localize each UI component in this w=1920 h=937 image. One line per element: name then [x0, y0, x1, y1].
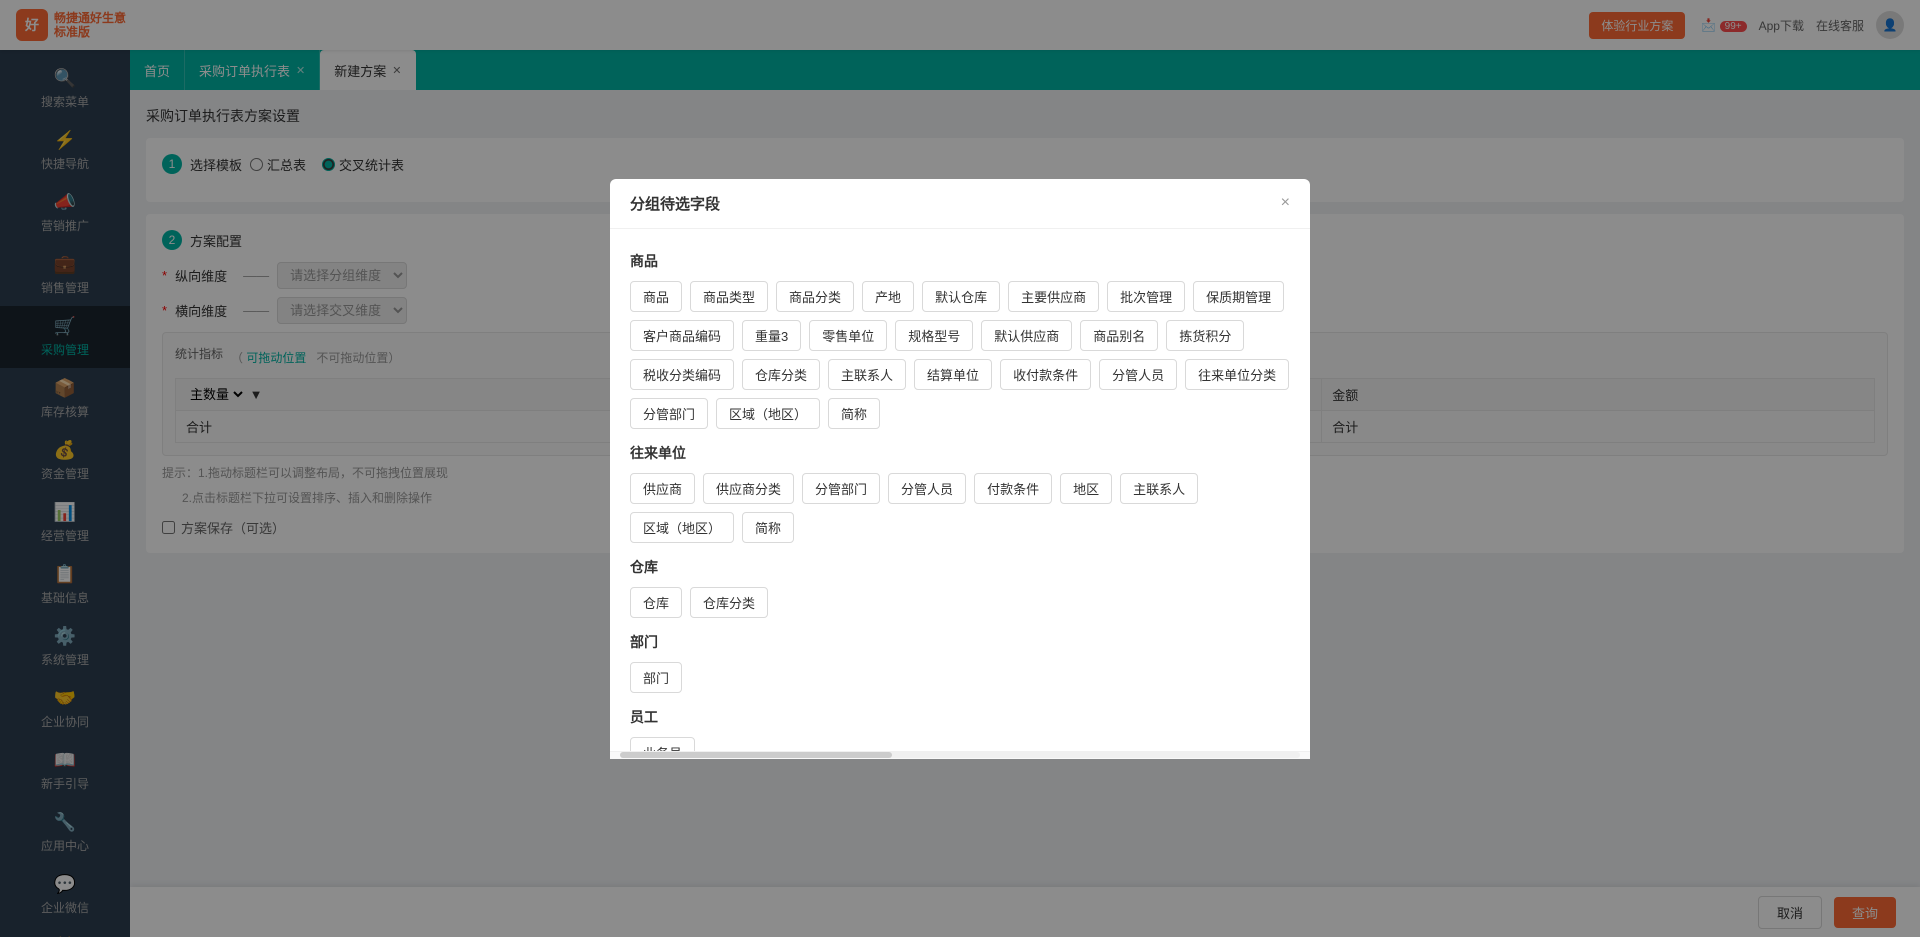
- modal-header: 分组待选字段 ×: [610, 179, 1310, 229]
- group-title-dept: 部门: [630, 632, 1290, 652]
- chip-weight[interactable]: 重量3: [742, 320, 801, 351]
- warehouse-chips: 仓库 仓库分类: [630, 587, 1290, 618]
- group-title-partners: 往来单位: [630, 443, 1290, 463]
- dept-chips: 部门: [630, 662, 1290, 693]
- chip-partner-shortname[interactable]: 简称: [742, 512, 794, 543]
- chip-default-warehouse[interactable]: 默认仓库: [922, 281, 1000, 312]
- modal-close-btn[interactable]: ×: [1281, 194, 1290, 212]
- chip-region[interactable]: 区域（地区）: [716, 398, 820, 429]
- partners-chips: 供应商 供应商分类 分管部门 分管人员 付款条件 地区 主联系人 区域（地区） …: [630, 473, 1290, 543]
- chip-short-name[interactable]: 简称: [828, 398, 880, 429]
- chip-partner-category[interactable]: 往来单位分类: [1185, 359, 1289, 390]
- chip-pick-points[interactable]: 拣货积分: [1166, 320, 1244, 351]
- field-select-modal: 分组待选字段 × 商品 商品 商品类型 商品分类 产地 默认仓库 主要供应商 批…: [610, 179, 1310, 759]
- chip-settlement-unit[interactable]: 结算单位: [914, 359, 992, 390]
- chip-partner-contact[interactable]: 主联系人: [1120, 473, 1198, 504]
- chip-customer-code[interactable]: 客户商品编码: [630, 320, 734, 351]
- modal-body: 商品 商品 商品类型 商品分类 产地 默认仓库 主要供应商 批次管理 保质期管理…: [610, 229, 1310, 751]
- chip-dept[interactable]: 分管部门: [630, 398, 708, 429]
- chip-manager[interactable]: 分管人员: [1099, 359, 1177, 390]
- chip-payment-cond[interactable]: 付款条件: [974, 473, 1052, 504]
- group-title-warehouse: 仓库: [630, 557, 1290, 577]
- group-title-goods: 商品: [630, 251, 1290, 271]
- chip-goods[interactable]: 商品: [630, 281, 682, 312]
- chip-goods-type[interactable]: 商品类型: [690, 281, 768, 312]
- group-title-staff: 员工: [630, 707, 1290, 727]
- chip-warehouse-category[interactable]: 仓库分类: [742, 359, 820, 390]
- chip-goods-category[interactable]: 商品分类: [776, 281, 854, 312]
- chip-goods-alias[interactable]: 商品别名: [1080, 320, 1158, 351]
- chip-partner-manager[interactable]: 分管人员: [888, 473, 966, 504]
- chip-main-supplier[interactable]: 主要供应商: [1008, 281, 1099, 312]
- goods-chips: 商品 商品类型 商品分类 产地 默认仓库 主要供应商 批次管理 保质期管理 客户…: [630, 281, 1290, 429]
- chip-department[interactable]: 部门: [630, 662, 682, 693]
- chip-shelf-life[interactable]: 保质期管理: [1193, 281, 1284, 312]
- chip-spec-model[interactable]: 规格型号: [895, 320, 973, 351]
- modal-title: 分组待选字段: [630, 193, 720, 214]
- chip-partner-dept[interactable]: 分管部门: [802, 473, 880, 504]
- chip-supplier-category[interactable]: 供应商分类: [703, 473, 794, 504]
- chip-batch-mgmt[interactable]: 批次管理: [1107, 281, 1185, 312]
- modal-overlay: 分组待选字段 × 商品 商品 商品类型 商品分类 产地 默认仓库 主要供应商 批…: [0, 0, 1920, 937]
- chip-supplier[interactable]: 供应商: [630, 473, 695, 504]
- chip-origin[interactable]: 产地: [862, 281, 914, 312]
- chip-payment-terms[interactable]: 收付款条件: [1000, 359, 1091, 390]
- chip-area[interactable]: 地区: [1060, 473, 1112, 504]
- chip-retail-unit[interactable]: 零售单位: [809, 320, 887, 351]
- chip-salesperson[interactable]: 业务员: [630, 737, 695, 751]
- chip-warehouse-cat[interactable]: 仓库分类: [690, 587, 768, 618]
- chip-main-contact[interactable]: 主联系人: [828, 359, 906, 390]
- chip-tax-code[interactable]: 税收分类编码: [630, 359, 734, 390]
- chip-partner-region[interactable]: 区域（地区）: [630, 512, 734, 543]
- staff-chips: 业务员: [630, 737, 1290, 751]
- chip-warehouse[interactable]: 仓库: [630, 587, 682, 618]
- chip-default-supplier[interactable]: 默认供应商: [981, 320, 1072, 351]
- modal-hscrollbar[interactable]: [610, 751, 1310, 759]
